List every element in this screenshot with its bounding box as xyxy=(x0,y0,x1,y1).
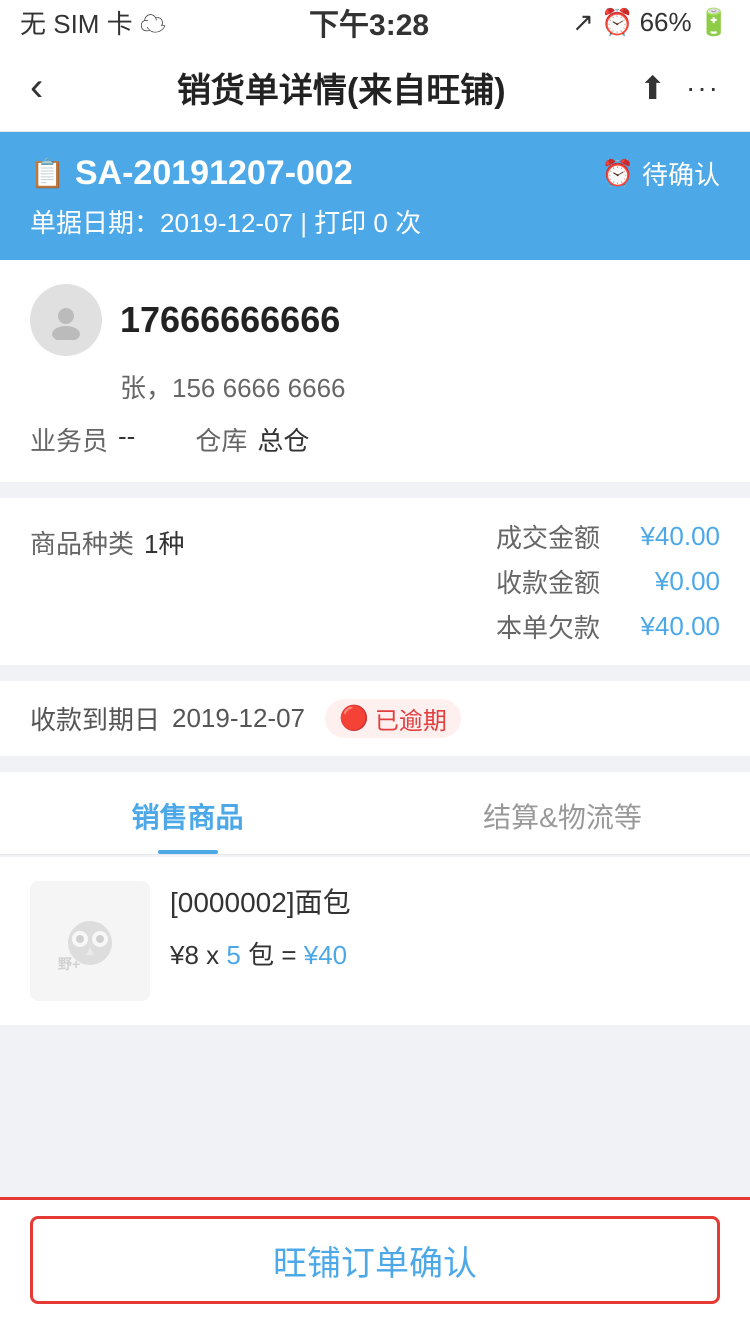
received-amount-label: 收款金额 xyxy=(496,563,600,600)
stats-left: 商品种类 1种 xyxy=(30,518,496,561)
product-item: 野+ [0000002]面包 ¥8 x 5 包 = ¥40 xyxy=(30,881,720,1001)
stats-right: 成交金额 ¥40.00 收款金额 ¥0.00 本单欠款 ¥40.00 xyxy=(496,518,720,645)
owed-amount-row: 本单欠款 ¥40.00 xyxy=(496,608,720,645)
status-bar: 无 SIM 卡 ☁ 下午3:28 ↗ ⏰ 66% 🔋 xyxy=(0,0,750,44)
received-amount-row: 收款金额 ¥0.00 xyxy=(496,563,720,600)
product-type-label: 商品种类 xyxy=(30,524,134,561)
due-date-value: 2019-12-07 xyxy=(172,703,305,734)
order-date: 单据日期：2019-12-07 | 打印 0 次 xyxy=(30,203,720,240)
due-date-label: 收款到期日 xyxy=(30,700,160,737)
tab-settlement[interactable]: 结算&物流等 xyxy=(375,772,750,854)
warning-icon: 🔴 xyxy=(339,704,369,733)
salesperson-field: 业务员 -- xyxy=(30,421,135,458)
warehouse-label: 仓库 xyxy=(195,421,247,458)
warehouse-field: 仓库 总仓 xyxy=(195,421,309,458)
product-price: ¥8 x 5 包 = ¥40 xyxy=(170,935,720,972)
clock-icon: ⏰ xyxy=(602,158,634,189)
owed-amount-label: 本单欠款 xyxy=(496,608,600,645)
product-thumbnail: 野+ xyxy=(30,881,150,1001)
tabs-bar: 销售商品 结算&物流等 xyxy=(0,772,750,855)
back-button[interactable]: ‹ xyxy=(30,65,43,110)
customer-phone: 17666666666 xyxy=(120,299,340,341)
tab-sales-goods[interactable]: 销售商品 xyxy=(0,772,375,854)
page-title: 销货单详情(来自旺铺) xyxy=(177,63,506,112)
salesperson-label: 业务员 xyxy=(30,421,108,458)
customer-meta: 业务员 -- 仓库 总仓 xyxy=(30,421,720,458)
order-id: 📋 SA-20191207-002 xyxy=(30,154,353,193)
warehouse-value: 总仓 xyxy=(257,421,309,458)
nav-bar: ‹ 销货单详情(来自旺铺) ⬆ ··· xyxy=(0,44,750,132)
customer-name: 张，156 6666 6666 xyxy=(30,368,720,405)
nav-left[interactable]: ‹ xyxy=(30,65,43,110)
sim-status: 无 SIM 卡 ☁ xyxy=(20,4,166,41)
status-time: 下午3:28 xyxy=(309,0,429,44)
battery-level: 66% xyxy=(640,7,692,38)
overdue-badge: 🔴 已逾期 xyxy=(325,699,461,738)
battery-bar: 🔋 xyxy=(698,7,730,38)
price-formula: ¥8 x 5 包 = ¥40 xyxy=(170,940,347,970)
svg-text:野+: 野+ xyxy=(58,956,80,971)
customer-card: 17666666666 张，156 6666 6666 业务员 -- 仓库 总仓 xyxy=(0,260,750,482)
due-date-card: 收款到期日 2019-12-07 🔴 已逾期 xyxy=(0,681,750,756)
confirm-order-button[interactable]: 旺铺订单确认 xyxy=(30,1216,720,1304)
status-left: 无 SIM 卡 ☁ xyxy=(20,4,166,41)
product-name: [0000002]面包 xyxy=(170,881,720,921)
salesperson-value: -- xyxy=(118,421,135,458)
order-header: 📋 SA-20191207-002 ⏰ 待确认 单据日期：2019-12-07 … xyxy=(0,132,750,260)
avatar xyxy=(30,284,102,356)
nav-right: ⬆ ··· xyxy=(639,69,720,107)
transaction-amount-row: 成交金额 ¥40.00 xyxy=(496,518,720,555)
status-right: ↗ ⏰ 66% 🔋 xyxy=(572,7,730,38)
received-amount-value: ¥0.00 xyxy=(620,566,720,597)
bottom-spacer xyxy=(0,1025,750,1225)
product-type-value: 1种 xyxy=(144,524,184,561)
order-icon: 📋 xyxy=(30,157,65,190)
battery-icon: ↗ ⏰ xyxy=(572,7,633,38)
total-price: ¥40 xyxy=(304,940,347,970)
order-status: ⏰ 待确认 xyxy=(602,155,720,192)
more-icon[interactable]: ··· xyxy=(686,72,720,104)
share-icon[interactable]: ⬆ xyxy=(639,69,666,107)
owed-amount-value: ¥40.00 xyxy=(620,611,720,642)
product-section: 野+ [0000002]面包 ¥8 x 5 包 = ¥40 xyxy=(0,857,750,1025)
transaction-amount-value: ¥40.00 xyxy=(620,521,720,552)
bottom-bar: 旺铺订单确认 xyxy=(0,1197,750,1334)
stats-card: 商品种类 1种 成交金额 ¥40.00 收款金额 ¥0.00 本单欠款 ¥40.… xyxy=(0,498,750,665)
quantity-highlight: 5 xyxy=(226,940,240,970)
product-info: [0000002]面包 ¥8 x 5 包 = ¥40 xyxy=(170,881,720,972)
overdue-text: 已逾期 xyxy=(375,701,447,736)
transaction-amount-label: 成交金额 xyxy=(496,518,600,555)
